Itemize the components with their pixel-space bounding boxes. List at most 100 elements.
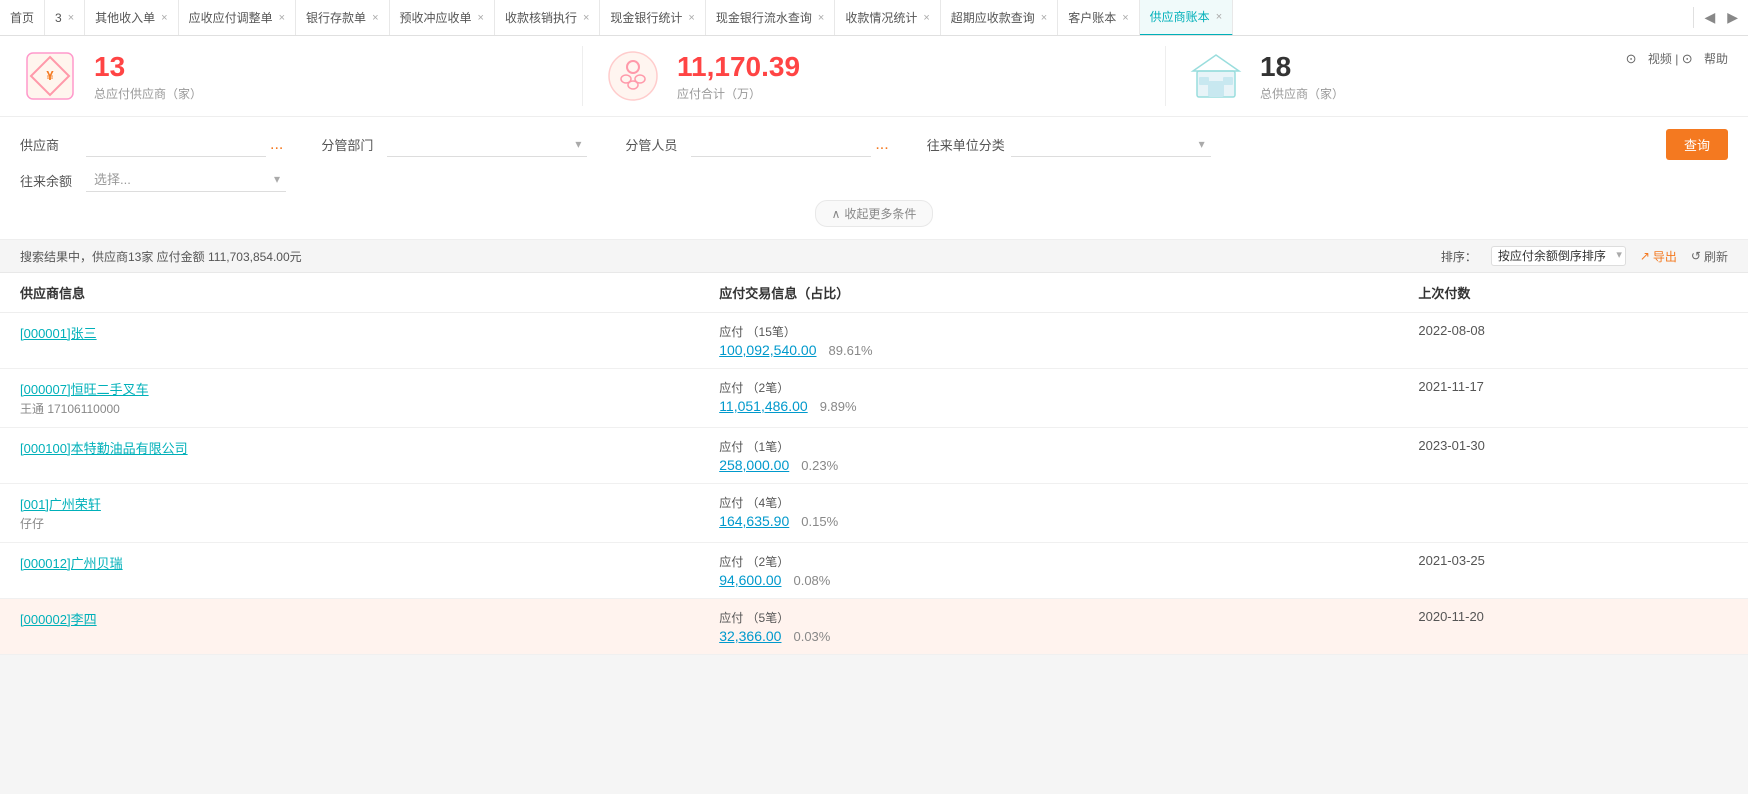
filter-row-2: 往来余额 选择... (20, 168, 1728, 192)
close-tab-cash-bank-flow[interactable]: × (818, 12, 824, 24)
tx-info-cell: 应付 （2笔）94,600.000.08% (699, 543, 1398, 599)
table-row: [000012]广州贝瑞应付 （2笔）94,600.000.08%2021-03… (0, 543, 1748, 599)
supplier-info-cell: [000007]恒旺二手叉车王通 17106110000 (0, 369, 699, 428)
circle-help-icon: ⊙ (1682, 51, 1693, 66)
nav-tab-receipt-verify[interactable]: 收款核销执行× (495, 0, 600, 36)
filter-dept: 分管部门 (321, 133, 587, 157)
filter-person: 分管人员 ... (625, 133, 888, 157)
summary-divider-1 (582, 46, 583, 106)
tx-info-cell: 应付 （5笔）32,366.000.03% (699, 599, 1398, 655)
nav-tab-receipt-stat[interactable]: 收款情况统计× (835, 0, 940, 36)
supplier-info-cell: [000100]本特勤油品有限公司 (0, 428, 699, 484)
nav-right-arrow[interactable]: ▶ (1721, 7, 1744, 28)
payable-suppliers-text: 13 总应付供应商（家） (94, 50, 202, 103)
supplier-link[interactable]: [001]广州荣轩 (20, 497, 101, 512)
results-right: 排序： 按应付余额倒序排序 ↗ 导出 ↺ 刷新 (1441, 246, 1728, 266)
tx-count: 应付 （15笔） (719, 323, 1378, 340)
col-last-payment: 上次付数 (1398, 273, 1748, 313)
close-tab-supplier-ledger[interactable]: × (1216, 11, 1222, 23)
nav-left-arrow[interactable]: ◀ (1698, 7, 1721, 28)
close-tab-ar-ap-adjust[interactable]: × (279, 12, 285, 24)
export-label: 导出 (1653, 248, 1677, 265)
supplier-link[interactable]: [000001]张三 (20, 326, 97, 341)
payable-suppliers-label: 总应付供应商（家） (94, 85, 202, 102)
supplier-link[interactable]: [000012]广州贝瑞 (20, 556, 123, 571)
query-button[interactable]: 查询 (1666, 129, 1728, 160)
tx-info-cell: 应付 （1笔） 258,000.00 0.23% (699, 428, 1398, 484)
table-header: 供应商信息 应付交易信息（占比） 上次付数 (0, 273, 1748, 313)
help-link[interactable]: 帮助 (1704, 52, 1728, 66)
supplier-input[interactable] (86, 133, 266, 157)
close-tab-other-income[interactable]: × (161, 12, 167, 24)
close-tab-cash-bank-stat[interactable]: × (688, 12, 694, 24)
close-tab-overdue-ar[interactable]: × (1041, 12, 1047, 24)
supplier-table: 供应商信息 应付交易信息（占比） 上次付数 [000001]张三 应付 （15笔）… (0, 273, 1748, 655)
svg-text:¥: ¥ (46, 68, 54, 83)
tx-count: 应付 （4笔） (719, 494, 1378, 511)
balance-select[interactable]: 选择... (86, 168, 286, 192)
nav-tab-tab3[interactable]: 3× (45, 0, 85, 36)
nav-tab-supplier-ledger[interactable]: 供应商账本× (1140, 0, 1233, 36)
sort-select[interactable]: 按应付余额倒序排序 (1491, 246, 1626, 266)
tx-amount[interactable]: 100,092,540.00 (719, 342, 816, 358)
filter-category: 往来单位分类 (927, 133, 1211, 157)
tx-amount[interactable]: 32,366.00 (719, 628, 781, 644)
sort-select-wrap: 按应付余额倒序排序 (1491, 246, 1626, 266)
tx-count: 应付 （1笔） (719, 438, 1378, 455)
filter-row-1: 供应商 ... 分管部门 分管人员 ... 往来单位分类 (20, 129, 1728, 160)
supplier-info-cell: [000001]张三 (0, 313, 699, 369)
nav-tab-bank-deposit[interactable]: 银行存款单× (296, 0, 389, 36)
last-payment-cell: 2023-01-30 (1398, 428, 1748, 484)
payable-suppliers-value: 13 (94, 50, 202, 84)
person-ellipsis[interactable]: ... (875, 136, 888, 154)
tx-amount[interactable]: 11,051,486.00 (719, 398, 808, 414)
tx-info-cell: 应付 （15笔）100,092,540.0089.61% (699, 313, 1398, 369)
person-input[interactable] (691, 133, 871, 157)
col-tx-info: 应付交易信息（占比） (699, 273, 1398, 313)
tx-amount[interactable]: 258,000.00 (719, 457, 789, 473)
nav-tab-ar-ap-adjust[interactable]: 应收应付调整单× (179, 0, 296, 36)
supplier-info-cell: [000002]李四 (0, 599, 699, 655)
collapse-btn-wrap: 收起更多条件 (20, 200, 1728, 227)
tx-amount[interactable]: 94,600.00 (719, 572, 781, 588)
last-payment-cell: 2020-11-20 (1398, 599, 1748, 655)
close-tab-customer-ledger[interactable]: × (1122, 12, 1128, 24)
nav-tab-cash-bank-flow[interactable]: 现金银行流水查询× (706, 0, 835, 36)
supplier-link[interactable]: [000100]本特勤油品有限公司 (20, 441, 188, 456)
nav-tab-advance-ar[interactable]: 预收冲应收单× (390, 0, 495, 36)
total-suppliers-label: 总供应商（家） (1260, 85, 1344, 102)
tx-percent: 0.15% (801, 514, 838, 529)
dept-select[interactable] (387, 133, 587, 157)
video-link[interactable]: 视频 (1648, 52, 1672, 66)
results-bar: 搜索结果中，供应商13家 应付金额 111,703,854.00元 排序： 按应… (0, 240, 1748, 273)
close-tab-receipt-stat[interactable]: × (923, 12, 929, 24)
tx-amount[interactable]: 164,635.90 (719, 513, 789, 529)
close-tab-bank-deposit[interactable]: × (372, 12, 378, 24)
tx-percent: 0.23% (801, 458, 838, 473)
category-label: 往来单位分类 (927, 135, 1005, 154)
summary-item-payable-amount: 11,170.39 应付合计（万） (603, 46, 1145, 106)
supplier-link[interactable]: [000007]恒旺二手叉车 (20, 382, 149, 397)
nav-tab-overdue-ar[interactable]: 超期应收款查询× (941, 0, 1058, 36)
supplier-link[interactable]: [000002]李四 (20, 612, 97, 627)
tx-count: 应付 （2笔） (719, 379, 1378, 396)
last-payment-cell (1398, 484, 1748, 543)
nav-tab-other-income[interactable]: 其他收入单× (85, 0, 178, 36)
table-row: [001]广州荣轩仔仔应付 （4笔）164,635.900.15% (0, 484, 1748, 543)
nav-tab-customer-ledger[interactable]: 客户账本× (1058, 0, 1139, 36)
supplier-ellipsis[interactable]: ... (270, 136, 283, 154)
total-suppliers-value: 18 (1260, 50, 1344, 84)
close-tab-tab3[interactable]: × (68, 12, 74, 24)
table-body: [000001]张三应付 （15笔）100,092,540.0089.61%20… (0, 313, 1748, 655)
close-tab-advance-ar[interactable]: × (478, 12, 484, 24)
collapse-button[interactable]: 收起更多条件 (815, 200, 934, 227)
supplier-sub-info: 王通 17106110000 (20, 400, 679, 417)
table-row: [000002]李四 应付 （5笔）32,366.000.03%2020-11-2… (0, 599, 1748, 655)
category-select[interactable] (1011, 133, 1211, 157)
close-tab-receipt-verify[interactable]: × (583, 12, 589, 24)
nav-tab-home[interactable]: 首页 (0, 0, 45, 36)
refresh-button[interactable]: ↺ 刷新 (1691, 248, 1728, 265)
refresh-label: 刷新 (1704, 248, 1728, 265)
export-button[interactable]: ↗ 导出 (1640, 248, 1677, 265)
nav-tab-cash-bank-stat[interactable]: 现金银行统计× (600, 0, 705, 36)
